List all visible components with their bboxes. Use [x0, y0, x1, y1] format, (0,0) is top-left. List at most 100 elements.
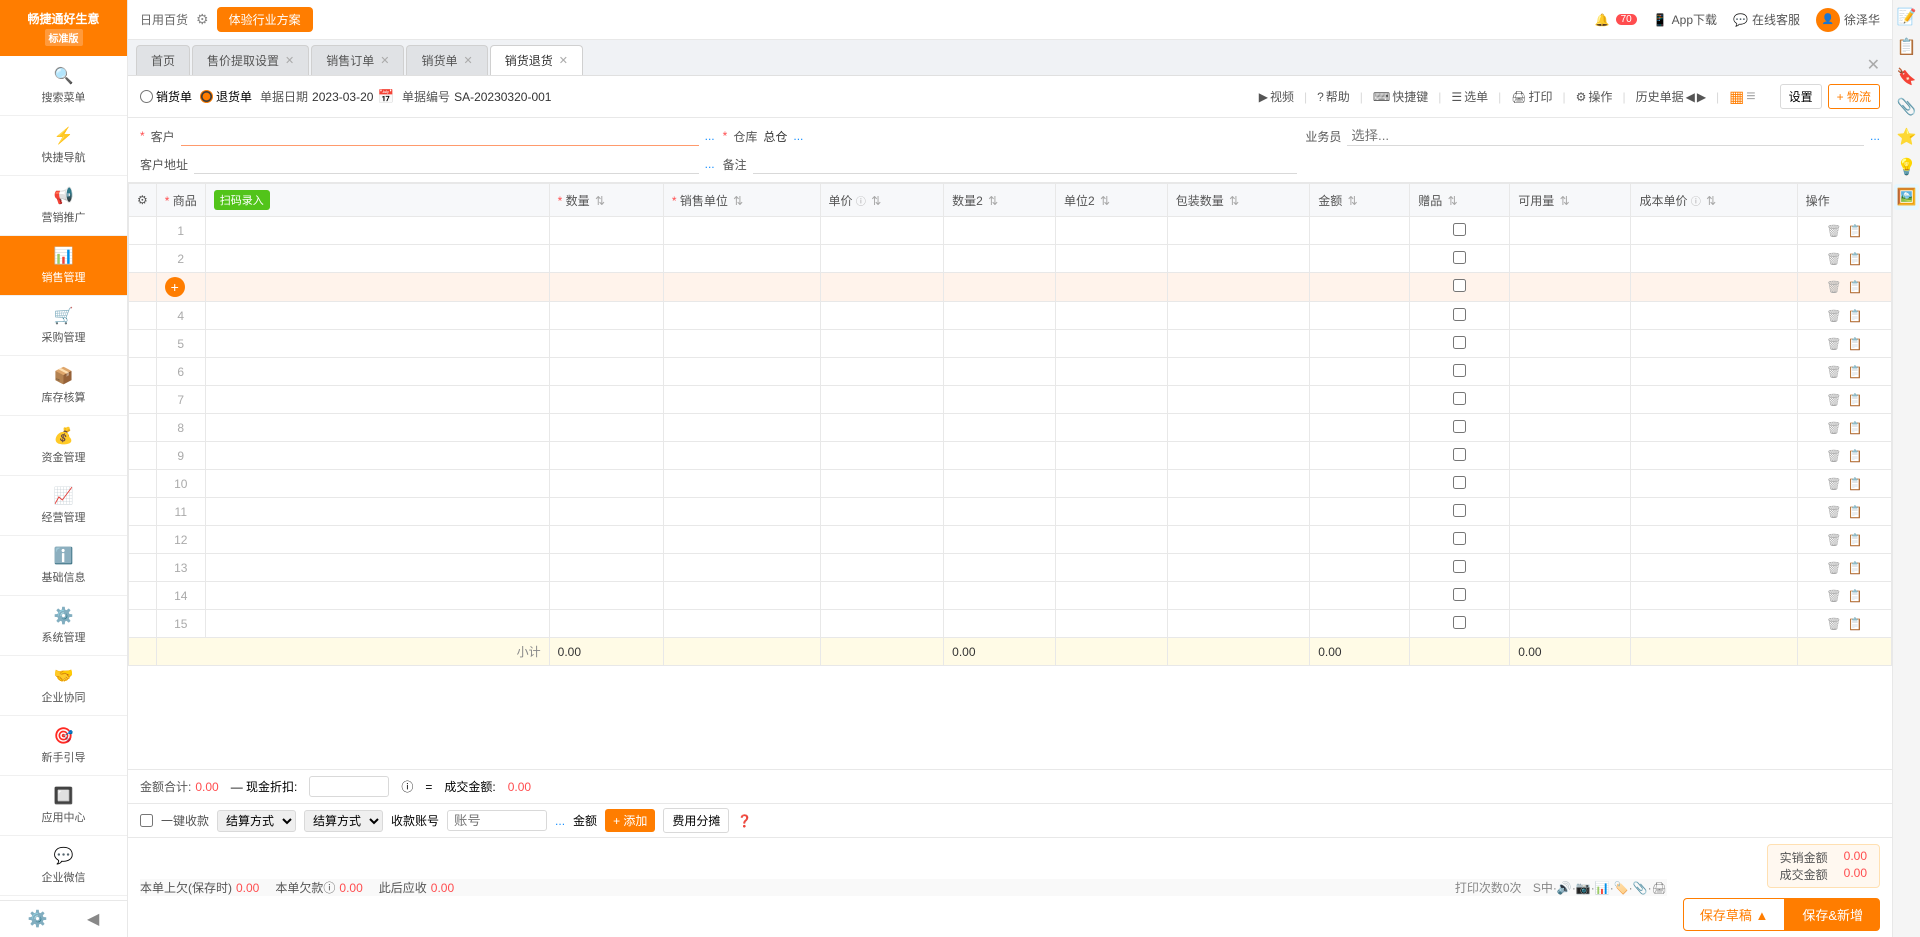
row-14-cost-price[interactable] [1631, 582, 1797, 610]
row-9-unit[interactable] [663, 442, 820, 470]
row-14-qty[interactable] [549, 582, 663, 610]
list-view-btn[interactable]: ≡ [1746, 87, 1755, 107]
discount-input[interactable] [309, 776, 389, 797]
row-8-gift[interactable] [1410, 414, 1510, 442]
row-6-gift[interactable] [1410, 358, 1510, 386]
row-2-gift[interactable] [1410, 245, 1510, 273]
row-7-qty2[interactable] [944, 386, 1056, 414]
row-13-gift[interactable] [1410, 554, 1510, 582]
row-8-unit2[interactable] [1055, 414, 1167, 442]
row-13-unit2[interactable] [1055, 554, 1167, 582]
row-1-cost-price[interactable] [1631, 217, 1797, 245]
tab-close-3[interactable]: ✕ [464, 54, 473, 67]
row-13-available[interactable] [1510, 554, 1631, 582]
tab-close-1[interactable]: ✕ [285, 54, 294, 67]
row-4-unit[interactable] [663, 302, 820, 330]
user-info[interactable]: 👤 徐泽华 [1816, 8, 1880, 32]
row-10-qty[interactable] [549, 470, 663, 498]
row-12-amount[interactable] [1310, 526, 1410, 554]
row-4-qty[interactable] [549, 302, 663, 330]
row-9-price[interactable] [820, 442, 944, 470]
gift-checkbox-12[interactable] [1453, 532, 1466, 545]
row-12-gift[interactable] [1410, 526, 1510, 554]
sidebar-item-7[interactable]: 📈经营管理 [0, 476, 127, 536]
copy-icon-8[interactable]: 📋 [1847, 421, 1862, 435]
row-4-gift[interactable] [1410, 302, 1510, 330]
notification-bell[interactable]: 🔔70 [1595, 13, 1637, 27]
account-method-select[interactable]: 结算方式 [217, 810, 296, 832]
customer-input[interactable] [181, 126, 699, 146]
row-6-available[interactable] [1510, 358, 1631, 386]
shortcut-btn[interactable]: ⌨ 快捷键 [1373, 88, 1428, 105]
row-10-available[interactable] [1510, 470, 1631, 498]
row-2-qty2[interactable] [944, 245, 1056, 273]
row-2-available[interactable] [1510, 245, 1631, 273]
app-download-link[interactable]: 📱 App下载 [1653, 11, 1717, 28]
row-6-product[interactable] [205, 358, 549, 386]
row-10-price[interactable] [820, 470, 944, 498]
next-history-btn[interactable]: ▶ [1697, 90, 1706, 104]
row-11-amount[interactable] [1310, 498, 1410, 526]
row-11-cost-price[interactable] [1631, 498, 1797, 526]
row-15-pack-qty[interactable] [1167, 610, 1310, 638]
row-10-product[interactable] [205, 470, 549, 498]
sidebar-item-0[interactable]: 🔍搜索菜单 [0, 56, 127, 116]
row-3-qty[interactable] [549, 273, 663, 302]
row-13-product[interactable] [205, 554, 549, 582]
row-9-available[interactable] [1510, 442, 1631, 470]
sidebar-item-2[interactable]: 📢营销推广 [0, 176, 127, 236]
row-9-qty[interactable] [549, 442, 663, 470]
row-9-cost-price[interactable] [1631, 442, 1797, 470]
prev-history-btn[interactable]: ◀ [1686, 90, 1695, 104]
gift-checkbox-3[interactable] [1453, 279, 1466, 292]
settings-button[interactable]: 设置 [1780, 84, 1822, 109]
customer-dots[interactable]: ... [705, 129, 715, 143]
copy-icon-9[interactable]: 📋 [1847, 449, 1862, 463]
row-12-pack-qty[interactable] [1167, 526, 1310, 554]
row-1-product[interactable] [205, 217, 549, 245]
gift-checkbox-8[interactable] [1453, 420, 1466, 433]
row-4-cost-price[interactable] [1631, 302, 1797, 330]
delete-icon-13[interactable]: 🗑 [1826, 561, 1841, 575]
row-8-unit[interactable] [663, 414, 820, 442]
delete-icon-4[interactable]: 🗑 [1826, 309, 1841, 323]
account-dots[interactable]: ... [555, 814, 565, 828]
row-5-qty[interactable] [549, 330, 663, 358]
row-1-unit[interactable] [663, 217, 820, 245]
row-1-qty[interactable] [549, 217, 663, 245]
sidebar-item-1[interactable]: ⚡快捷导航 [0, 116, 127, 176]
sidebar-item-9[interactable]: ⚙️系统管理 [0, 596, 127, 656]
row-14-unit[interactable] [663, 582, 820, 610]
row-5-unit2[interactable] [1055, 330, 1167, 358]
row-3-unit[interactable] [663, 273, 820, 302]
tab-1[interactable]: 售价提取设置✕ [192, 45, 309, 75]
row-3-gift[interactable] [1410, 273, 1510, 302]
row-2-pack-qty[interactable] [1167, 245, 1310, 273]
note-input[interactable] [753, 154, 1298, 174]
row-6-unit[interactable] [663, 358, 820, 386]
product-input-10[interactable] [214, 476, 541, 491]
row-2-cost-price[interactable] [1631, 245, 1797, 273]
rp-attach-icon[interactable]: 📋 [1894, 34, 1920, 60]
row-4-amount[interactable] [1310, 302, 1410, 330]
video-btn[interactable]: ▶ 视频 [1259, 88, 1294, 105]
col-gear-icon[interactable]: ⚙ [137, 193, 148, 207]
copy-icon-3[interactable]: 📋 [1847, 280, 1862, 294]
row-9-unit2[interactable] [1055, 442, 1167, 470]
row-3-available[interactable] [1510, 273, 1631, 302]
row-10-gift[interactable] [1410, 470, 1510, 498]
sale-radio-input[interactable] [140, 90, 153, 103]
delete-icon-9[interactable]: 🗑 [1826, 449, 1841, 463]
copy-icon-15[interactable]: 📋 [1847, 617, 1862, 631]
copy-icon-1[interactable]: 📋 [1847, 224, 1862, 238]
row-10-qty2[interactable] [944, 470, 1056, 498]
gift-checkbox-13[interactable] [1453, 560, 1466, 573]
row-9-product[interactable] [205, 442, 549, 470]
sidebar-item-6[interactable]: 💰资金管理 [0, 416, 127, 476]
row-4-product[interactable] [205, 302, 549, 330]
operate-btn[interactable]: ⚙ 操作 [1576, 88, 1613, 105]
save-new-button[interactable]: 保存&新增 [1785, 898, 1880, 931]
tab-close-4[interactable]: ✕ [559, 54, 568, 67]
row-14-pack-qty[interactable] [1167, 582, 1310, 610]
gift-checkbox-10[interactable] [1453, 476, 1466, 489]
